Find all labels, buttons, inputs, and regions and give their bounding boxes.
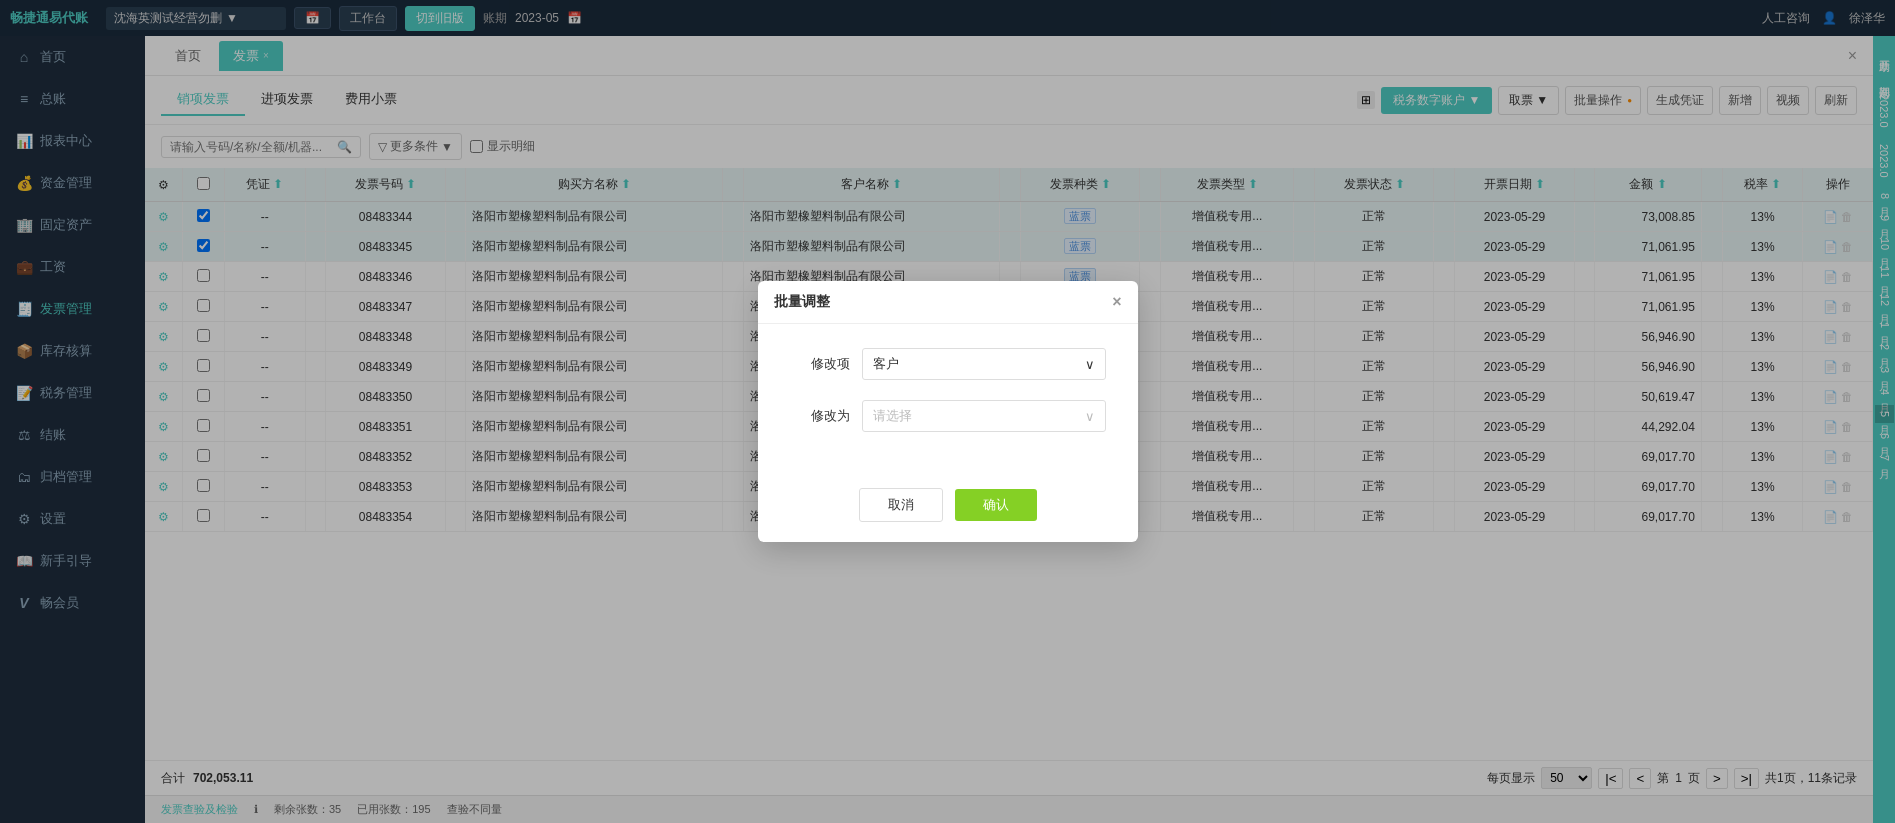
modify-to-placeholder: 请选择 (873, 407, 912, 425)
modal-header: 批量调整 × (758, 281, 1138, 324)
modify-field-label: 修改项 (790, 355, 850, 373)
modal-overlay: 批量调整 × 修改项 客户 ∨ 修改为 请选择 ∨ 取消 确认 (0, 0, 1895, 823)
modify-to-chevron: ∨ (1085, 409, 1095, 424)
modify-to-row: 修改为 请选择 ∨ (790, 400, 1106, 432)
modify-field-chevron: ∨ (1085, 357, 1095, 372)
modify-field-select[interactable]: 客户 ∨ (862, 348, 1106, 380)
modal-cancel-btn[interactable]: 取消 (859, 488, 943, 522)
modal-close-btn[interactable]: × (1112, 293, 1121, 311)
batch-adjust-modal: 批量调整 × 修改项 客户 ∨ 修改为 请选择 ∨ 取消 确认 (758, 281, 1138, 542)
modify-to-select[interactable]: 请选择 ∨ (862, 400, 1106, 432)
modal-footer: 取消 确认 (758, 476, 1138, 542)
modal-confirm-btn[interactable]: 确认 (955, 489, 1037, 521)
modal-title: 批量调整 (774, 293, 830, 311)
modal-body: 修改项 客户 ∨ 修改为 请选择 ∨ (758, 324, 1138, 476)
modify-field-row: 修改项 客户 ∨ (790, 348, 1106, 380)
modify-field-value: 客户 (873, 355, 899, 373)
modify-to-label: 修改为 (790, 407, 850, 425)
